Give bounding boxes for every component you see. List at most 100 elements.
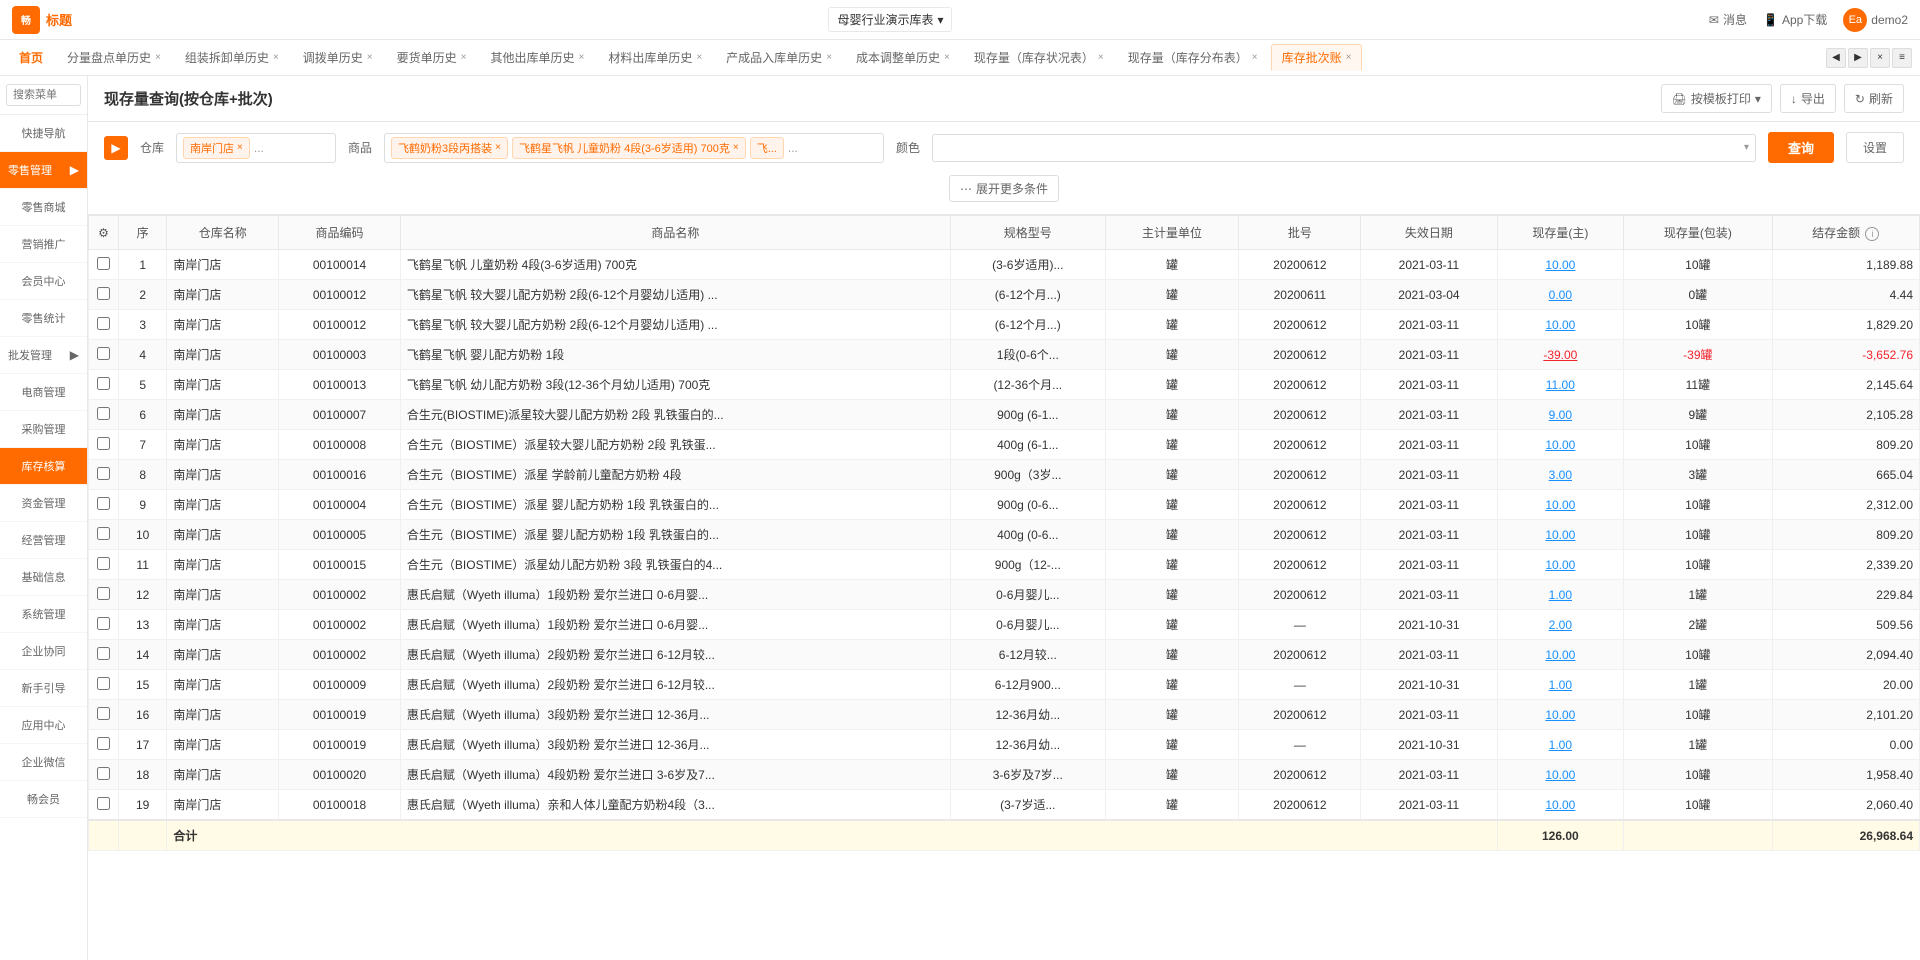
product-filter-input[interactable]: 飞鹤奶粉3段丙搭装 × 飞鹤星飞帆 儿童奶粉 4段(3-6岁适用) 700克 ×… xyxy=(384,133,884,163)
close-icon[interactable]: × xyxy=(1252,52,1258,63)
message-btn[interactable]: ✉ 消息 xyxy=(1709,11,1747,28)
sidebar-item-quick-nav[interactable]: 快捷导航 xyxy=(0,115,87,152)
export-btn[interactable]: ↓ 导出 xyxy=(1780,84,1836,113)
cell-qty-main[interactable]: -39.00 xyxy=(1497,340,1624,370)
cell-checkbox[interactable] xyxy=(89,580,119,610)
row-checkbox[interactable] xyxy=(97,617,110,630)
cell-qty-main[interactable]: 9.00 xyxy=(1497,400,1624,430)
settings-btn[interactable]: 设置 xyxy=(1846,132,1904,163)
template-print-btn[interactable]: 🖨 按模板打印 ▾ xyxy=(1661,84,1772,113)
sidebar-item-enterprise-wx[interactable]: 企业微信 xyxy=(0,744,87,781)
tab-batch-voucher[interactable]: 库存批次账 × xyxy=(1271,44,1363,71)
refresh-btn[interactable]: ↻ 刷新 xyxy=(1844,84,1904,113)
tab-requisition[interactable]: 要货单历史 × xyxy=(386,44,478,71)
close-icon[interactable]: × xyxy=(273,52,279,63)
cell-checkbox[interactable] xyxy=(89,520,119,550)
row-checkbox[interactable] xyxy=(97,497,110,510)
row-checkbox[interactable] xyxy=(97,527,110,540)
sidebar-item-app-center[interactable]: 应用中心 xyxy=(0,707,87,744)
row-checkbox[interactable] xyxy=(97,587,110,600)
row-checkbox[interactable] xyxy=(97,767,110,780)
sidebar-item-purchase[interactable]: 采购管理 xyxy=(0,411,87,448)
nav-close-btn[interactable]: × xyxy=(1870,48,1890,68)
filter-toggle-btn[interactable]: ▶ xyxy=(104,136,128,160)
row-checkbox[interactable] xyxy=(97,797,110,810)
sidebar-item-finance[interactable]: 资金管理 xyxy=(0,485,87,522)
close-icon[interactable]: × xyxy=(578,52,584,63)
remove-product-tag-1[interactable]: × xyxy=(495,142,501,153)
sidebar-item-marketing[interactable]: 营销推广 xyxy=(0,226,87,263)
close-icon[interactable]: × xyxy=(1098,52,1104,63)
warehouse-filter-input[interactable]: 南岸门店 × ... xyxy=(176,133,336,163)
expand-more-btn[interactable]: ⋯ 展开更多条件 xyxy=(949,175,1059,202)
cell-checkbox[interactable] xyxy=(89,430,119,460)
cell-checkbox[interactable] xyxy=(89,670,119,700)
sidebar-item-enterprise[interactable]: 企业协同 xyxy=(0,633,87,670)
tab-other-out[interactable]: 其他出库单历史 × xyxy=(479,44,595,71)
cell-qty-main[interactable]: 10.00 xyxy=(1497,310,1624,340)
close-icon[interactable]: × xyxy=(461,52,467,63)
cell-qty-main[interactable]: 3.00 xyxy=(1497,460,1624,490)
cell-checkbox[interactable] xyxy=(89,610,119,640)
close-icon[interactable]: × xyxy=(367,52,373,63)
cell-qty-main[interactable]: 10.00 xyxy=(1497,430,1624,460)
cell-checkbox[interactable] xyxy=(89,340,119,370)
row-checkbox[interactable] xyxy=(97,677,110,690)
cell-qty-main[interactable]: 10.00 xyxy=(1497,520,1624,550)
sidebar-item-retail-stats[interactable]: 零售统计 xyxy=(0,300,87,337)
row-checkbox[interactable] xyxy=(97,647,110,660)
sidebar-item-basic[interactable]: 基础信息 xyxy=(0,559,87,596)
sidebar-item-inventory[interactable]: 库存核算 xyxy=(0,448,87,485)
cell-checkbox[interactable] xyxy=(89,550,119,580)
cell-qty-main[interactable]: 10.00 xyxy=(1497,790,1624,821)
cell-qty-main[interactable]: 10.00 xyxy=(1497,700,1624,730)
cell-checkbox[interactable] xyxy=(89,370,119,400)
close-icon[interactable]: × xyxy=(826,52,832,63)
user-avatar[interactable]: Ea demo2 xyxy=(1843,8,1908,32)
sidebar-item-guide[interactable]: 新手引导 xyxy=(0,670,87,707)
cell-qty-main[interactable]: 10.00 xyxy=(1497,640,1624,670)
sidebar-item-system[interactable]: 系统管理 xyxy=(0,596,87,633)
query-btn[interactable]: 查询 xyxy=(1768,132,1834,163)
tab-material-out[interactable]: 材料出库单历史 × xyxy=(597,44,713,71)
color-filter-input[interactable]: ▾ xyxy=(932,134,1756,162)
row-checkbox[interactable] xyxy=(97,347,110,360)
row-checkbox[interactable] xyxy=(97,707,110,720)
tab-inventory-dist[interactable]: 现存量（库存分布表） × xyxy=(1117,44,1269,71)
remove-product-tag-2[interactable]: × xyxy=(733,142,739,153)
nav-menu-btn[interactable]: ≡ xyxy=(1892,48,1912,68)
cell-checkbox[interactable] xyxy=(89,700,119,730)
cell-checkbox[interactable] xyxy=(89,790,119,821)
cell-checkbox[interactable] xyxy=(89,460,119,490)
balance-info-icon[interactable]: i xyxy=(1865,227,1879,241)
app-download-btn[interactable]: 📱 App下载 xyxy=(1763,11,1827,28)
row-checkbox[interactable] xyxy=(97,407,110,420)
row-checkbox[interactable] xyxy=(97,737,110,750)
tab-cost-adjust[interactable]: 成本调整单历史 × xyxy=(845,44,961,71)
search-input[interactable] xyxy=(6,84,81,106)
sidebar-item-member[interactable]: 会员中心 xyxy=(0,263,87,300)
warehouse-tag[interactable]: 南岸门店 × xyxy=(183,137,250,159)
sidebar-item-member-benefit[interactable]: 畅会员 xyxy=(0,781,87,818)
close-icon[interactable]: × xyxy=(1346,52,1352,63)
sidebar-item-operations[interactable]: 经营管理 xyxy=(0,522,87,559)
cell-qty-main[interactable]: 10.00 xyxy=(1497,550,1624,580)
product-tag-2[interactable]: 飞鹤星飞帆 儿童奶粉 4段(3-6岁适用) 700克 × xyxy=(512,137,746,159)
cell-checkbox[interactable] xyxy=(89,760,119,790)
cell-qty-main[interactable]: 0.00 xyxy=(1497,280,1624,310)
cell-qty-main[interactable]: 10.00 xyxy=(1497,490,1624,520)
cell-qty-main[interactable]: 1.00 xyxy=(1497,670,1624,700)
tab-disassemble[interactable]: 组装拆卸单历史 × xyxy=(174,44,290,71)
cell-qty-main[interactable]: 2.00 xyxy=(1497,610,1624,640)
cell-checkbox[interactable] xyxy=(89,730,119,760)
cell-checkbox[interactable] xyxy=(89,400,119,430)
product-tag-1[interactable]: 飞鹤奶粉3段丙搭装 × xyxy=(391,137,508,159)
sidebar-item-retail[interactable]: 零售管理 ▶ xyxy=(0,152,87,189)
product-tag-3[interactable]: 飞... xyxy=(750,137,784,159)
cell-qty-main[interactable]: 1.00 xyxy=(1497,580,1624,610)
row-checkbox[interactable] xyxy=(97,257,110,270)
cell-checkbox[interactable] xyxy=(89,280,119,310)
sidebar-item-ecommerce[interactable]: 电商管理 xyxy=(0,374,87,411)
nav-prev-btn[interactable]: ◀ xyxy=(1826,48,1846,68)
sidebar-item-wholesale[interactable]: 批发管理 ▶ xyxy=(0,337,87,374)
